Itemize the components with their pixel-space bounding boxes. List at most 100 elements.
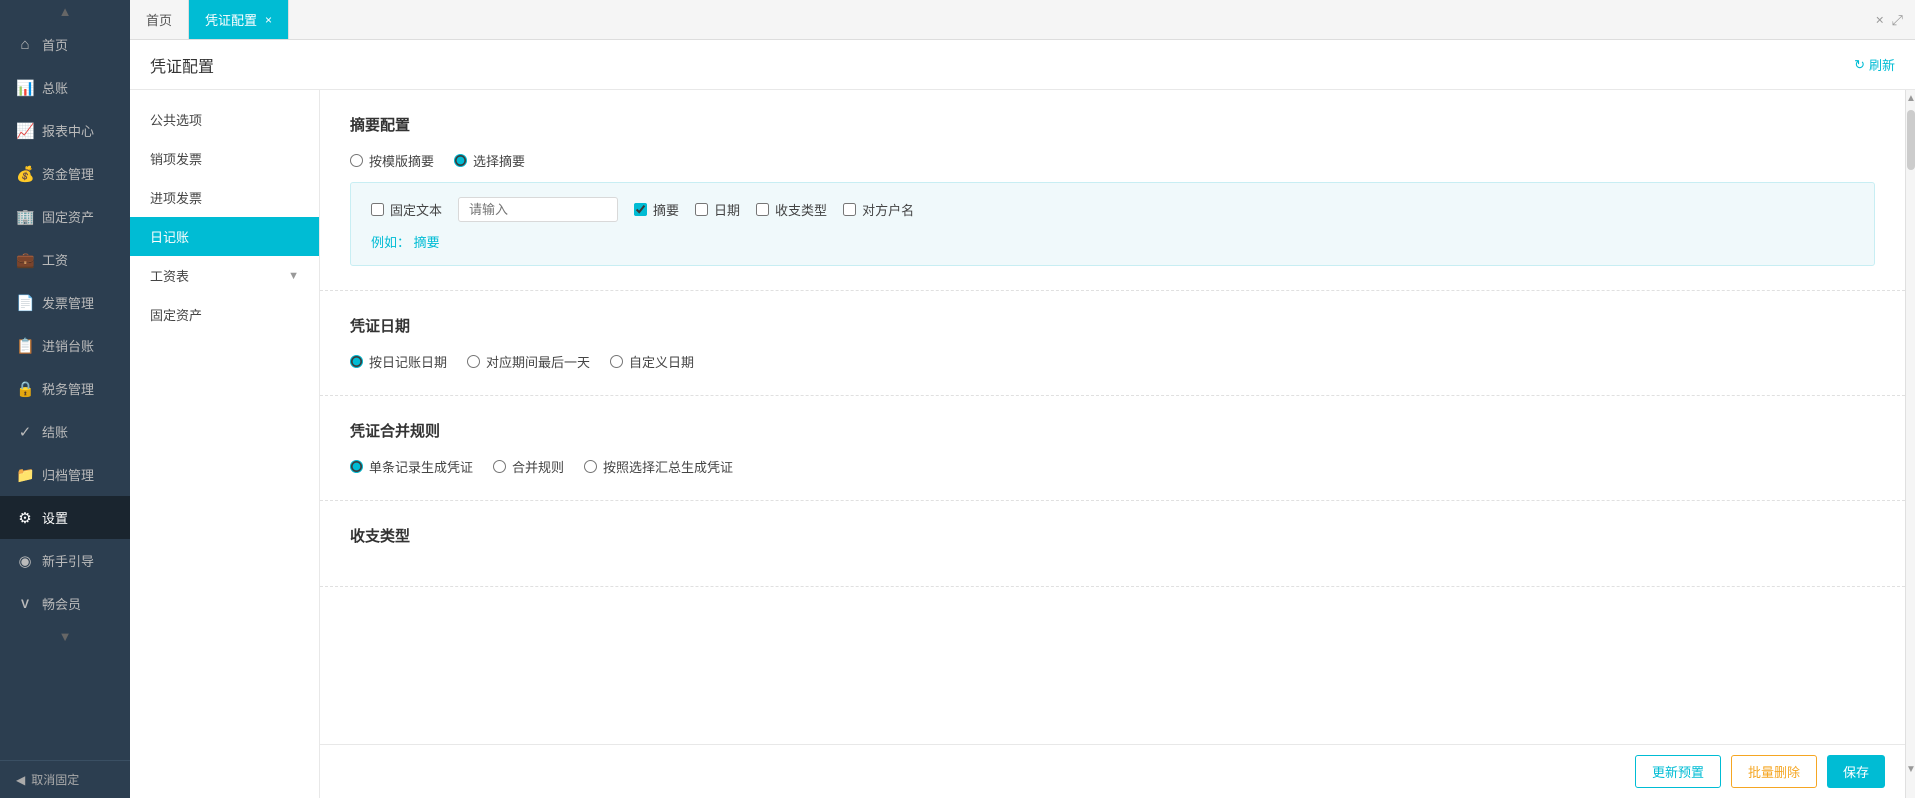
template-abstract-radio[interactable]: 按模版摘要 bbox=[350, 151, 434, 170]
abstract-box: 固定文本 摘要 日期 bbox=[350, 182, 1875, 266]
choose-abstract-radio[interactable]: 选择摘要 bbox=[454, 151, 525, 170]
merge-rule-radio[interactable]: 合并规则 bbox=[493, 457, 564, 476]
sidebar-scroll-up[interactable]: ▲ bbox=[0, 0, 130, 23]
home-icon: ⌂ bbox=[16, 36, 34, 53]
fixed-text-input[interactable] bbox=[458, 197, 618, 222]
abstract-radio-group: 按模版摘要 选择摘要 bbox=[350, 151, 1875, 170]
abstract-config-section: 摘要配置 按模版摘要 选择摘要 bbox=[320, 90, 1905, 291]
left-nav-payroll[interactable]: 工资表 ▼ bbox=[130, 256, 319, 295]
pin-icon: ◀ bbox=[16, 773, 25, 787]
left-nav-public[interactable]: 公共选项 bbox=[130, 100, 319, 139]
custom-date-input[interactable] bbox=[610, 355, 623, 368]
scroll-up-arrow[interactable]: ▲ bbox=[1906, 90, 1915, 107]
merge-rule-title: 凭证合并规则 bbox=[350, 420, 1875, 441]
member-icon: V bbox=[16, 597, 34, 611]
abstract-example: 例如： 摘要 bbox=[371, 232, 1854, 251]
abstract-section-title: 摘要配置 bbox=[350, 114, 1875, 135]
merge-rule-section: 凭证合并规则 单条记录生成凭证 合并规则 按照选择汇总生成凭证 bbox=[320, 396, 1905, 501]
tab-home[interactable]: 首页 bbox=[130, 0, 189, 39]
right-content: 摘要配置 按模版摘要 选择摘要 bbox=[320, 90, 1905, 798]
last-day-radio[interactable]: 对应期间最后一天 bbox=[467, 352, 590, 371]
voucher-date-section: 凭证日期 按日记账日期 对应期间最后一天 自定义日期 bbox=[320, 291, 1905, 396]
sidebar-item-fixed-assets[interactable]: 🏢 固定资产 bbox=[0, 195, 130, 238]
date-checkbox[interactable] bbox=[695, 203, 708, 216]
main-scroll[interactable]: 摘要配置 按模版摘要 选择摘要 bbox=[320, 90, 1905, 744]
income-type-title: 收支类型 bbox=[350, 525, 1875, 546]
voucher-date-title: 凭证日期 bbox=[350, 315, 1875, 336]
merge-rule-radio-group: 单条记录生成凭证 合并规则 按照选择汇总生成凭证 bbox=[350, 457, 1875, 476]
sidebar-item-salary[interactable]: 💼 工资 bbox=[0, 238, 130, 281]
fixed-assets-icon: 🏢 bbox=[16, 208, 34, 226]
main-area: 首页 凭证配置 × × ⤢ 凭证配置 ↻ 刷新 公共选项 销项发票 进 bbox=[130, 0, 1915, 798]
single-record-input[interactable] bbox=[350, 460, 363, 473]
sidebar-item-ledger[interactable]: 📊 总账 bbox=[0, 66, 130, 109]
abstract-checkboxes-row: 固定文本 摘要 日期 bbox=[371, 197, 1854, 222]
tab-bar: 首页 凭证配置 × × ⤢ bbox=[130, 0, 1915, 40]
date-checkbox-label[interactable]: 日期 bbox=[695, 200, 740, 219]
single-record-radio[interactable]: 单条记录生成凭证 bbox=[350, 457, 473, 476]
sidebar-item-settings[interactable]: ⚙ 设置 bbox=[0, 496, 130, 539]
summary-radio[interactable]: 按照选择汇总生成凭证 bbox=[584, 457, 733, 476]
save-button[interactable]: 保存 bbox=[1827, 755, 1885, 788]
counterpart-checkbox[interactable] bbox=[843, 203, 856, 216]
abstract-checkbox[interactable] bbox=[634, 203, 647, 216]
left-nav-sales-invoice[interactable]: 销项发票 bbox=[130, 139, 319, 178]
sidebar-item-archive[interactable]: 📁 归档管理 bbox=[0, 453, 130, 496]
sidebar-item-home[interactable]: ⌂ 首页 bbox=[0, 23, 130, 66]
sidebar-item-tax[interactable]: 🔒 税务管理 bbox=[0, 367, 130, 410]
cancel-pin-button[interactable]: ◀ 取消固定 bbox=[0, 760, 130, 798]
funds-icon: 💰 bbox=[16, 165, 34, 183]
left-nav-purchase-invoice[interactable]: 进项发票 bbox=[130, 178, 319, 217]
right-scrollbar: ▲ ▼ bbox=[1905, 90, 1915, 798]
scroll-down-arrow[interactable]: ▼ bbox=[1906, 761, 1915, 778]
last-day-input[interactable] bbox=[467, 355, 480, 368]
close-window-icon[interactable]: × bbox=[1876, 11, 1884, 28]
sidebar-item-reports[interactable]: 📈 报表中心 bbox=[0, 109, 130, 152]
guide-icon: ◉ bbox=[16, 552, 34, 570]
window-controls: × ⤢ bbox=[1876, 11, 1903, 28]
custom-date-radio[interactable]: 自定义日期 bbox=[610, 352, 694, 371]
close-accounts-icon: ✓ bbox=[16, 423, 34, 441]
sidebar-item-close[interactable]: ✓ 结账 bbox=[0, 410, 130, 453]
tab-voucher-config[interactable]: 凭证配置 × bbox=[189, 0, 289, 39]
merge-rule-input[interactable] bbox=[493, 460, 506, 473]
choose-abstract-input[interactable] bbox=[454, 154, 467, 167]
sidebar-item-purchase-sales[interactable]: 📋 进销台账 bbox=[0, 324, 130, 367]
settings-icon: ⚙ bbox=[16, 509, 34, 527]
tab-close-icon[interactable]: × bbox=[265, 13, 272, 27]
template-abstract-input[interactable] bbox=[350, 154, 363, 167]
sidebar-item-member[interactable]: V 畅会员 bbox=[0, 582, 130, 625]
abstract-checkbox-label[interactable]: 摘要 bbox=[634, 200, 679, 219]
batch-delete-button[interactable]: 批量删除 bbox=[1731, 755, 1817, 788]
sidebar-item-funds[interactable]: 💰 资金管理 bbox=[0, 152, 130, 195]
update-preview-button[interactable]: 更新预置 bbox=[1635, 755, 1721, 788]
sidebar-item-guide[interactable]: ◉ 新手引导 bbox=[0, 539, 130, 582]
sidebar-scroll-down[interactable]: ▼ bbox=[0, 625, 130, 648]
income-type-checkbox[interactable] bbox=[756, 203, 769, 216]
tax-icon: 🔒 bbox=[16, 380, 34, 398]
voucher-date-radio-group: 按日记账日期 对应期间最后一天 自定义日期 bbox=[350, 352, 1875, 371]
purchase-sales-icon: 📋 bbox=[16, 337, 34, 355]
refresh-button[interactable]: ↻ 刷新 bbox=[1854, 55, 1895, 74]
maximize-window-icon[interactable]: ⤢ bbox=[1892, 11, 1903, 28]
income-type-section: 收支类型 bbox=[320, 501, 1905, 587]
income-type-checkbox-label[interactable]: 收支类型 bbox=[756, 200, 827, 219]
chart-icon: 📊 bbox=[16, 79, 34, 97]
fixed-text-checkbox[interactable] bbox=[371, 203, 384, 216]
counterpart-checkbox-label[interactable]: 对方户名 bbox=[843, 200, 914, 219]
left-nav-journal[interactable]: 日记账 bbox=[130, 217, 319, 256]
sidebar: ▲ ⌂ 首页 📊 总账 📈 报表中心 💰 资金管理 🏢 固定资产 💼 工资 📄 … bbox=[0, 0, 130, 798]
refresh-icon: ↻ bbox=[1854, 57, 1865, 73]
summary-input[interactable] bbox=[584, 460, 597, 473]
sidebar-item-invoice-mgmt[interactable]: 📄 发票管理 bbox=[0, 281, 130, 324]
archive-icon: 📁 bbox=[16, 466, 34, 484]
fixed-text-checkbox-label[interactable]: 固定文本 bbox=[371, 200, 442, 219]
by-journal-date-radio[interactable]: 按日记账日期 bbox=[350, 352, 447, 371]
salary-icon: 💼 bbox=[16, 251, 34, 269]
invoice-icon: 📄 bbox=[16, 294, 34, 312]
scrollbar-thumb[interactable] bbox=[1907, 110, 1915, 170]
by-journal-date-input[interactable] bbox=[350, 355, 363, 368]
reports-icon: 📈 bbox=[16, 122, 34, 140]
left-nav-fixed-assets[interactable]: 固定资产 bbox=[130, 295, 319, 334]
content-area: 公共选项 销项发票 进项发票 日记账 工资表 ▼ 固定资产 bbox=[130, 90, 1915, 798]
